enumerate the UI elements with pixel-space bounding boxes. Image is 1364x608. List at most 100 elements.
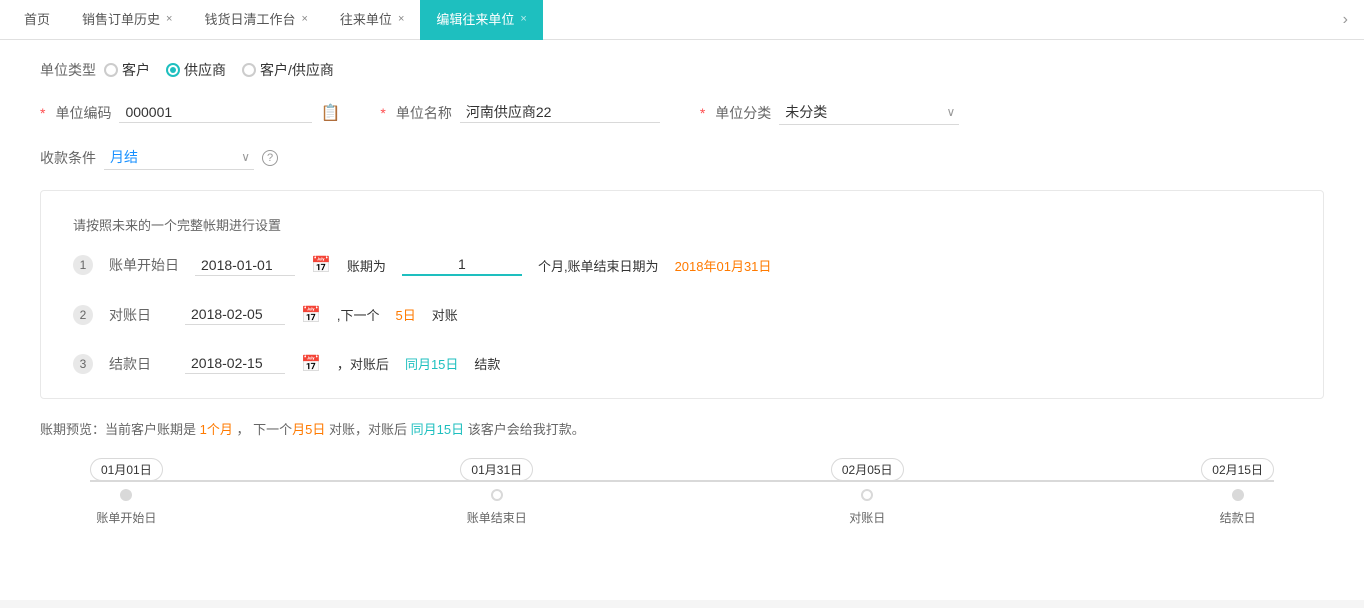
- period-row3-day: 同月15日: [405, 354, 458, 373]
- timeline-node-0: 01月01日 账单开始日: [90, 458, 163, 526]
- period-row2-suffix: 对账: [432, 305, 458, 324]
- timeline-label-0: 账单开始日: [96, 509, 156, 526]
- timeline-nodes: 01月01日 账单开始日 01月31日 账单结束日 02月05日 对账日 02月…: [90, 458, 1274, 526]
- preview-part3: 月5日: [292, 422, 325, 437]
- period-num-2: 2: [73, 305, 93, 325]
- preview-part1: 1个月: [200, 422, 233, 437]
- tab-partner-unit-close[interactable]: ×: [398, 13, 404, 25]
- preview-part6: 该客户会给我打款。: [468, 422, 585, 437]
- preview-part5: 同月15日: [411, 422, 464, 437]
- tab-partner-unit[interactable]: 往来单位 ×: [324, 0, 420, 40]
- unit-category-select[interactable]: 未分类 ∨: [779, 100, 959, 125]
- unit-category-field: * 单位分类 未分类 ∨: [700, 100, 959, 125]
- payment-condition-select[interactable]: 月结 ∨: [104, 145, 254, 170]
- tab-partner-unit-label: 往来单位: [340, 9, 392, 28]
- unit-type-label: 单位类型: [40, 60, 96, 80]
- tab-home[interactable]: 首页: [8, 0, 66, 40]
- tab-cash-workbench[interactable]: 钱货日清工作台 ×: [188, 0, 323, 40]
- period-label-2: 对账日: [109, 305, 169, 325]
- payment-condition-arrow-icon: ∨: [237, 150, 254, 164]
- unit-code-field: * 单位编码 📋: [40, 102, 340, 123]
- period-month-input[interactable]: [402, 254, 522, 276]
- tab-sales-history[interactable]: 销售订单历史 ×: [66, 0, 188, 40]
- radio-customer-label: 客户: [122, 60, 150, 80]
- tab-sales-history-label: 销售订单历史: [82, 9, 160, 28]
- period-row1-end-date: 2018年01月31日: [675, 256, 772, 275]
- period-row2-prefix: ,下一个: [337, 305, 380, 324]
- timeline-date-2: 02月05日: [831, 458, 904, 481]
- tab-edit-partner[interactable]: 编辑往来单位 ×: [420, 0, 542, 40]
- payment-condition-help-icon[interactable]: ?: [262, 150, 278, 166]
- period-reconcile-cal-icon[interactable]: 📅: [301, 305, 321, 325]
- payment-condition-row: 收款条件 月结 ∨ ?: [40, 145, 1324, 170]
- period-label-1: 账单开始日: [109, 255, 179, 275]
- radio-both-circle: [242, 63, 256, 77]
- period-row1-suffix: 账期为: [347, 256, 386, 275]
- unit-type-radio-group: 客户 供应商 客户/供应商: [104, 60, 334, 80]
- preview-comma: ，: [237, 422, 250, 437]
- radio-supplier-label: 供应商: [184, 60, 226, 80]
- tab-home-label: 首页: [24, 9, 50, 28]
- tab-more-button[interactable]: ›: [1335, 11, 1356, 29]
- preview-part3-prefix: 下一个: [253, 422, 292, 437]
- unit-type-row: 单位类型 客户 供应商 客户/供应商: [40, 60, 1324, 80]
- unit-category-value: 未分类: [779, 100, 942, 124]
- payment-condition-value: 月结: [104, 145, 237, 169]
- unit-code-label: 单位编码: [55, 103, 111, 123]
- timeline-node-3: 02月15日 结款日: [1201, 458, 1274, 526]
- unit-name-field: * 单位名称: [380, 102, 659, 123]
- preview-section: 账期预览：当前客户账期是 1个月 ， 下一个月5日 对账，对账后 同月15日 该…: [40, 419, 1324, 438]
- period-row3-suffix: 结款: [474, 354, 500, 373]
- tab-edit-partner-close[interactable]: ×: [520, 13, 526, 25]
- period-row3-prefix: ，对账后: [337, 354, 389, 373]
- radio-supplier-circle: [166, 63, 180, 77]
- radio-both[interactable]: 客户/供应商: [242, 60, 334, 80]
- period-num-1: 1: [73, 255, 93, 275]
- unit-code-input[interactable]: [119, 102, 312, 123]
- timeline-date-0: 01月01日: [90, 458, 163, 481]
- timeline-dot-3: [1232, 489, 1244, 501]
- period-label-3: 结款日: [109, 354, 169, 374]
- timeline-date-1: 01月31日: [460, 458, 533, 481]
- tab-cash-workbench-close[interactable]: ×: [301, 13, 307, 25]
- tab-edit-partner-label: 编辑往来单位: [436, 9, 514, 28]
- period-start-cal-icon[interactable]: 📅: [311, 255, 331, 275]
- timeline-date-3: 02月15日: [1201, 458, 1274, 481]
- unit-category-star: *: [700, 105, 705, 121]
- period-card-title: 请按照未来的一个完整帐期进行设置: [73, 215, 1291, 234]
- period-start-date-input[interactable]: [195, 255, 295, 276]
- radio-customer[interactable]: 客户: [104, 60, 150, 80]
- timeline-node-2: 02月05日 对账日: [831, 458, 904, 526]
- unit-name-input[interactable]: [460, 102, 660, 123]
- tab-sales-history-close[interactable]: ×: [166, 13, 172, 25]
- timeline-dot-2: [861, 489, 873, 501]
- period-row-2: 2 对账日 📅 ,下一个 5日 对账: [73, 304, 1291, 325]
- radio-supplier[interactable]: 供应商: [166, 60, 226, 80]
- period-reconcile-date-input[interactable]: [185, 304, 285, 325]
- timeline-label-2: 对账日: [849, 509, 885, 526]
- timeline-section: 01月01日 账单开始日 01月31日 账单结束日 02月05日 对账日 02月…: [40, 462, 1324, 522]
- main-content: 单位类型 客户 供应商 客户/供应商 * 单位编码: [0, 40, 1364, 600]
- period-row1-month-suffix: 个月,账单结束日期为: [538, 256, 659, 275]
- period-num-3: 3: [73, 354, 93, 374]
- period-payment-cal-icon[interactable]: 📅: [301, 354, 321, 374]
- preview-part4: 对账，对账后: [329, 422, 407, 437]
- period-row2-day: 5日: [396, 305, 416, 324]
- period-card: 请按照未来的一个完整帐期进行设置 1 账单开始日 📅 账期为 个月,账单结束日期…: [40, 190, 1324, 399]
- unit-name-label: 单位名称: [396, 103, 452, 123]
- period-payment-date-input[interactable]: [185, 353, 285, 374]
- payment-condition-field: 收款条件 月结 ∨ ?: [40, 145, 278, 170]
- radio-both-label: 客户/供应商: [260, 60, 334, 80]
- preview-prefix: 账期预览：当前客户账期是: [40, 422, 196, 437]
- unit-code-copy-icon[interactable]: 📋: [320, 103, 340, 123]
- tab-cash-workbench-label: 钱货日清工作台: [204, 9, 295, 28]
- payment-condition-label: 收款条件: [40, 148, 96, 168]
- unit-name-star: *: [380, 105, 385, 121]
- unit-code-star: *: [40, 105, 45, 121]
- timeline-label-3: 结款日: [1220, 509, 1256, 526]
- period-row-1: 1 账单开始日 📅 账期为 个月,账单结束日期为 2018年01月31日: [73, 254, 1291, 276]
- timeline-dot-0: [120, 489, 132, 501]
- period-row-3: 3 结款日 📅 ，对账后 同月15日 结款: [73, 353, 1291, 374]
- unit-type-field: 单位类型 客户 供应商 客户/供应商: [40, 60, 334, 80]
- timeline-wrapper: 01月01日 账单开始日 01月31日 账单结束日 02月05日 对账日 02月…: [90, 462, 1274, 522]
